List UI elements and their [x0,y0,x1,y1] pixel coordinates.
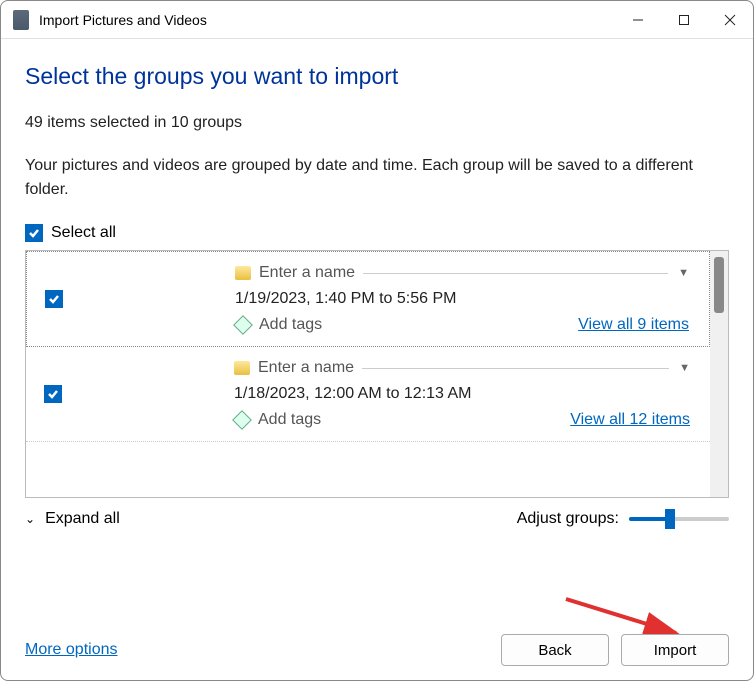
page-heading: Select the groups you want to import [25,63,729,90]
minimize-button[interactable] [615,1,661,39]
group-checkbox[interactable] [44,385,62,403]
expand-all-label: Expand all [45,510,120,528]
back-button[interactable]: Back [501,634,609,666]
scrollbar[interactable] [710,251,728,497]
group-item[interactable]: Enter a name ▼ 1/18/2023, 12:00 AM to 12… [26,347,710,442]
folder-icon [234,361,250,375]
slider-thumb[interactable] [665,509,675,529]
name-divider [363,273,668,274]
chevron-down-icon[interactable]: ▼ [678,267,689,279]
more-options-link[interactable]: More options [25,641,118,659]
import-button[interactable]: Import [621,634,729,666]
adjust-groups-slider[interactable] [629,517,729,521]
slider-fill [629,517,669,521]
window-title: Import Pictures and Videos [39,12,207,28]
folder-icon [235,266,251,280]
close-button[interactable] [707,1,753,39]
view-all-link[interactable]: View all 9 items [578,316,689,334]
tag-icon [235,317,251,333]
expand-all-button[interactable]: ⌄ Expand all [25,510,120,528]
group-name-input[interactable]: Enter a name [259,264,355,282]
groups-list: Enter a name ▼ 1/19/2023, 1:40 PM to 5:5… [25,250,729,498]
chevron-down-icon: ⌄ [25,512,35,526]
view-all-link[interactable]: View all 12 items [570,411,690,429]
footer: More options Back Import [1,620,753,680]
scrollbar-thumb[interactable] [714,257,724,313]
name-divider [362,368,669,369]
group-date: 1/18/2023, 12:00 AM to 12:13 AM [234,385,690,403]
group-item[interactable]: Enter a name ▼ 1/19/2023, 1:40 PM to 5:5… [26,251,710,347]
select-all-checkbox[interactable] [25,224,43,242]
window-controls [615,1,753,39]
select-all-label: Select all [51,224,116,242]
group-checkbox[interactable] [45,290,63,308]
group-date: 1/19/2023, 1:40 PM to 5:56 PM [235,290,689,308]
maximize-button[interactable] [661,1,707,39]
group-name-input[interactable]: Enter a name [258,359,354,377]
titlebar: Import Pictures and Videos [1,1,753,39]
app-icon [13,10,29,30]
description-text: Your pictures and videos are grouped by … [25,154,729,202]
adjust-groups-label: Adjust groups: [517,510,619,528]
tag-icon [234,412,250,428]
add-tags-input[interactable]: Add tags [258,411,321,429]
chevron-down-icon[interactable]: ▼ [679,362,690,374]
add-tags-input[interactable]: Add tags [259,316,322,334]
selection-count: 49 items selected in 10 groups [25,114,729,132]
